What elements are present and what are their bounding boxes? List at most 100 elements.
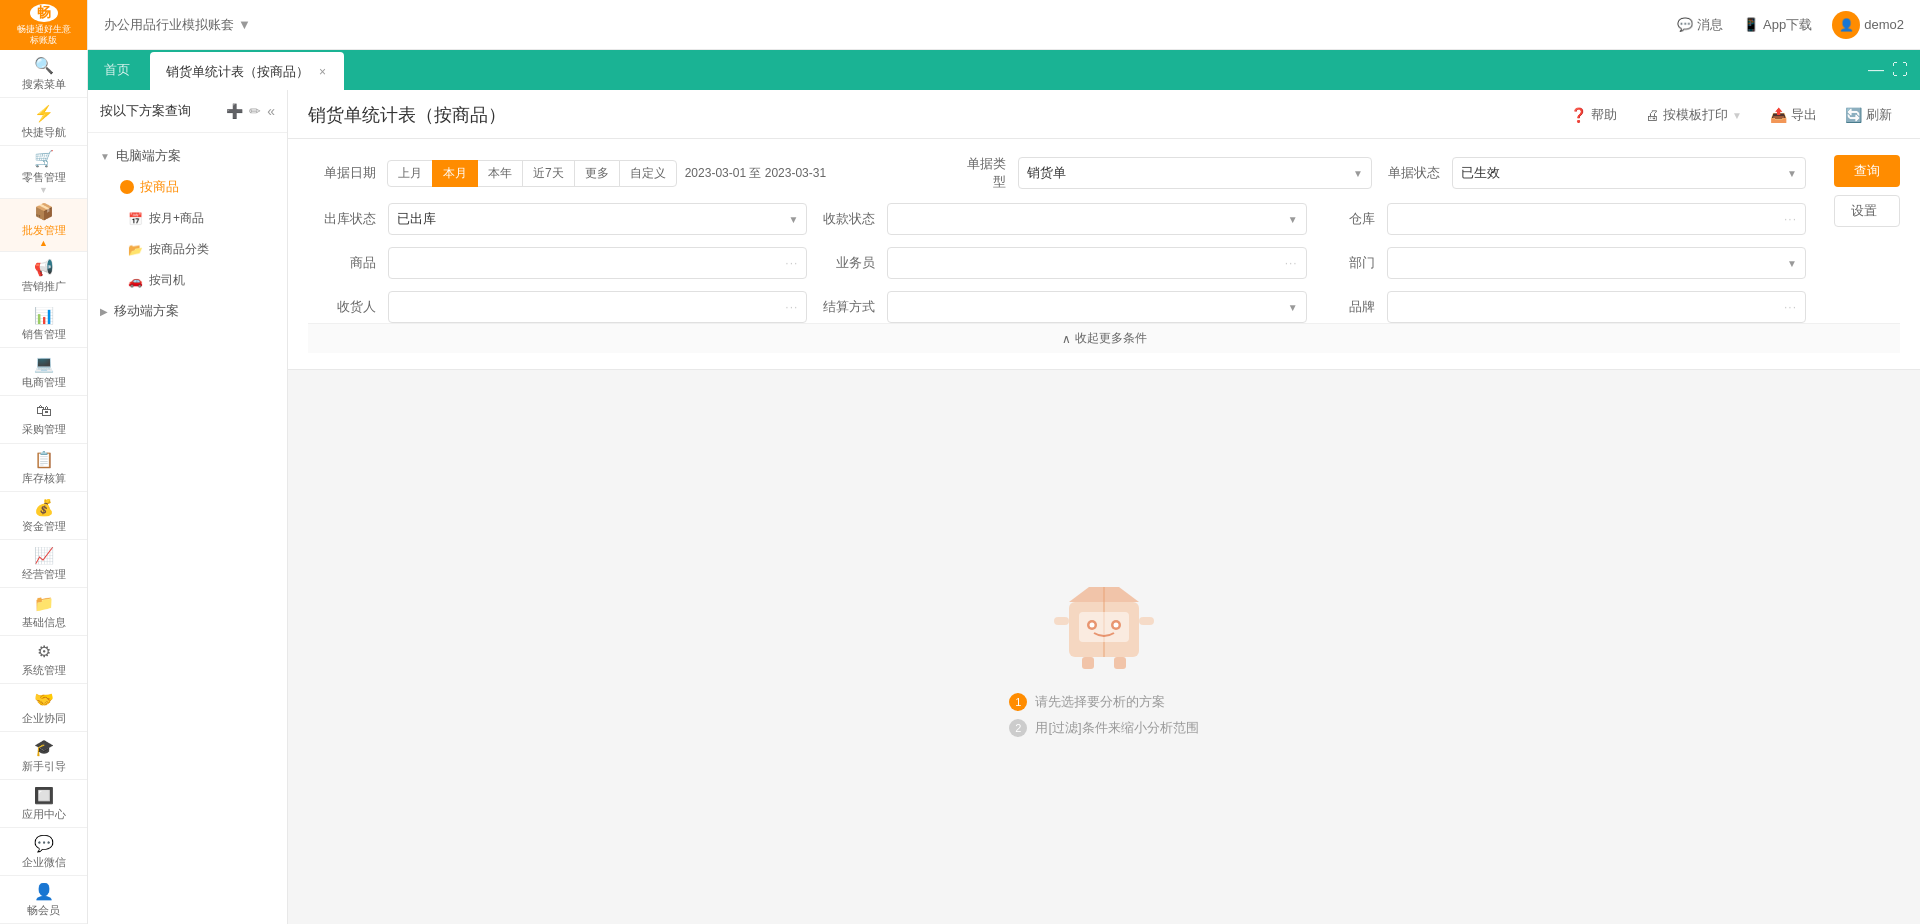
collect-status-control[interactable]: ▼ — [887, 203, 1306, 235]
empty-state: 1 请先选择要分析的方案 2 用[过滤]条件来缩小分析范围 — [288, 370, 1920, 924]
sidebar-item-finance[interactable]: 💰 资金管理 — [0, 492, 87, 540]
sidebar-item-marketing[interactable]: 📢 营销推广 — [0, 252, 87, 300]
topbar-user-btn[interactable]: 👤 demo2 — [1832, 11, 1904, 39]
date-tab-7days[interactable]: 近7天 — [522, 160, 575, 187]
tree-group-mobile[interactable]: ▶ 移动端方案 — [88, 296, 287, 326]
sidebar: 畅 畅捷通好生意标账版 🔍 搜索菜单 ⚡ 快捷导航 🛒 零售管理 ▼ 📦 批发管… — [0, 0, 88, 924]
salesperson-control[interactable]: ··· — [887, 247, 1306, 279]
date-tab-more[interactable]: 更多 — [574, 160, 620, 187]
out-status-arrow-icon: ▼ — [788, 214, 798, 225]
settlement-label: 结算方式 — [807, 298, 887, 316]
sidebar-item-wechat[interactable]: 💬 企业微信 — [0, 828, 87, 876]
warehouse-label: 仓库 — [1307, 210, 1387, 228]
wechat-icon: 💬 — [34, 834, 54, 853]
refresh-btn[interactable]: 🔄 刷新 — [1837, 102, 1900, 128]
sidebar-item-search[interactable]: 🔍 搜索菜单 — [0, 50, 87, 98]
panel-header-icons: ➕ ✏ « — [226, 103, 275, 119]
tab-active[interactable]: 销货单统计表（按商品） × — [150, 52, 344, 92]
panel-header-label: 按以下方案查询 — [100, 102, 191, 120]
svg-rect-9 — [1054, 617, 1069, 625]
out-status-control[interactable]: 已出库 ▼ — [388, 203, 807, 235]
inventory-icon: 📋 — [34, 450, 54, 469]
product-control[interactable]: ··· — [388, 247, 807, 279]
tab-home[interactable]: 首页 — [88, 50, 146, 90]
add-scheme-btn[interactable]: ➕ — [226, 103, 243, 119]
logo-icon: 畅 — [30, 4, 58, 22]
collapse-row[interactable]: ∧ 收起更多条件 — [308, 323, 1900, 353]
collapse-up-icon: ∧ — [1062, 332, 1071, 346]
sidebar-item-appcenter[interactable]: 🔲 应用中心 — [0, 780, 87, 828]
date-group: 上月 本月 本年 近7天 更多 自定义 2023-03-01 至 2023-03… — [388, 160, 948, 187]
empty-tip-1: 1 请先选择要分析的方案 — [1009, 693, 1198, 711]
retail-arrow: ▼ — [39, 185, 48, 195]
content-wrapper: 按以下方案查询 ➕ ✏ « ▼ 电脑端方案 按商品 📅 — [88, 90, 1920, 924]
sidebar-item-retail[interactable]: 🛒 零售管理 ▼ — [0, 146, 87, 199]
guide-icon: 🎓 — [34, 738, 54, 757]
product-dots-icon: ··· — [785, 256, 798, 270]
tab-expand-btn[interactable]: ⛶ — [1892, 61, 1908, 79]
sidebar-item-guide[interactable]: 🎓 新手引导 — [0, 732, 87, 780]
product-category-icon: 📂 — [128, 243, 143, 257]
date-tab-custom[interactable]: 自定义 — [619, 160, 677, 187]
collect-status-label: 收款状态 — [807, 210, 887, 228]
set-button[interactable]: 设置 — [1834, 195, 1900, 227]
dept-arrow-icon: ▼ — [1787, 258, 1797, 269]
tree-item-by-product-category[interactable]: 📂 按商品分类 — [88, 234, 287, 265]
logo-char: 畅 — [37, 4, 51, 22]
search-icon: 🔍 — [34, 56, 54, 75]
sidebar-item-wholesale[interactable]: 📦 批发管理 ▲ — [0, 199, 87, 252]
topbar-appdownload-btn[interactable]: 📱 App下载 — [1743, 16, 1812, 34]
topbar-message-btn[interactable]: 💬 消息 — [1677, 16, 1723, 34]
sidebar-item-sales[interactable]: 📊 销售管理 — [0, 300, 87, 348]
edit-scheme-btn[interactable]: ✏ — [249, 103, 261, 119]
dept-control[interactable]: ▼ — [1387, 247, 1806, 279]
svg-point-5 — [1090, 623, 1095, 628]
doc-status-control[interactable]: 已生效 ▼ — [1452, 157, 1806, 189]
brand-control[interactable]: ··· — [1387, 291, 1806, 323]
topbar: 办公用品行业模拟账套 ▼ 💬 消息 📱 App下载 👤 demo2 — [88, 0, 1920, 50]
collect-status-arrow-icon: ▼ — [1288, 214, 1298, 225]
date-tab-thisyear[interactable]: 本年 — [477, 160, 523, 187]
sidebar-item-member[interactable]: 👤 畅会员 — [0, 876, 87, 924]
settlement-control[interactable]: ▼ — [887, 291, 1306, 323]
doc-type-arrow-icon: ▼ — [1353, 168, 1363, 179]
date-range: 2023-03-01 至 2023-03-31 — [685, 165, 826, 182]
operation-icon: 📈 — [34, 546, 54, 565]
sidebar-item-operation[interactable]: 📈 经营管理 — [0, 540, 87, 588]
tab-minimize-btn[interactable]: — — [1868, 61, 1884, 79]
date-tab-thismonth[interactable]: 本月 — [432, 160, 478, 187]
sidebar-item-system[interactable]: ⚙ 系统管理 — [0, 636, 87, 684]
warehouse-control[interactable]: ··· — [1387, 203, 1806, 235]
date-tabs: 上月 本月 本年 近7天 更多 自定义 — [388, 160, 677, 187]
help-btn[interactable]: ❓ 帮助 — [1562, 102, 1625, 128]
basic-icon: 📁 — [34, 594, 54, 613]
tab-bar-right: — ⛶ — [1868, 61, 1920, 79]
svg-rect-10 — [1139, 617, 1154, 625]
tree-item-by-month-product[interactable]: 📅 按月+商品 — [88, 203, 287, 234]
tree-group-desktop[interactable]: ▼ 电脑端方案 — [88, 141, 287, 171]
member-icon: 👤 — [34, 882, 54, 901]
date-tab-lastmonth[interactable]: 上月 — [387, 160, 433, 187]
topbar-dropdown-icon[interactable]: ▼ — [238, 17, 251, 32]
tab-close-btn[interactable]: × — [317, 65, 328, 79]
sidebar-item-ecom[interactable]: 💻 电商管理 — [0, 348, 87, 396]
receiver-control[interactable]: ··· — [388, 291, 807, 323]
print-dropdown-icon[interactable]: ▼ — [1732, 110, 1742, 121]
sidebar-item-inventory[interactable]: 📋 库存核算 — [0, 444, 87, 492]
query-button[interactable]: 查询 — [1834, 155, 1900, 187]
print-btn[interactable]: 🖨 按模板打印 ▼ — [1637, 102, 1750, 128]
tree-item-by-unit[interactable]: 🚗 按司机 — [88, 265, 287, 296]
sidebar-item-basic[interactable]: 📁 基础信息 — [0, 588, 87, 636]
sidebar-item-quick[interactable]: ⚡ 快捷导航 — [0, 98, 87, 146]
sidebar-item-enterprise[interactable]: 🤝 企业协同 — [0, 684, 87, 732]
tree-item-by-product[interactable]: 按商品 — [88, 171, 287, 203]
sidebar-item-purchase[interactable]: 🛍 采购管理 — [0, 396, 87, 444]
action-buttons: 查询 设置 — [1834, 155, 1900, 227]
logo-text: 畅捷通好生意标账版 — [17, 24, 71, 46]
out-status-label: 出库状态 — [308, 210, 388, 228]
message-icon: 💬 — [1677, 17, 1693, 32]
collapse-panel-btn[interactable]: « — [267, 103, 275, 119]
export-btn[interactable]: 📤 导出 — [1762, 102, 1825, 128]
download-icon: 📱 — [1743, 17, 1759, 32]
doc-type-control[interactable]: 销货单 ▼ — [1018, 157, 1372, 189]
